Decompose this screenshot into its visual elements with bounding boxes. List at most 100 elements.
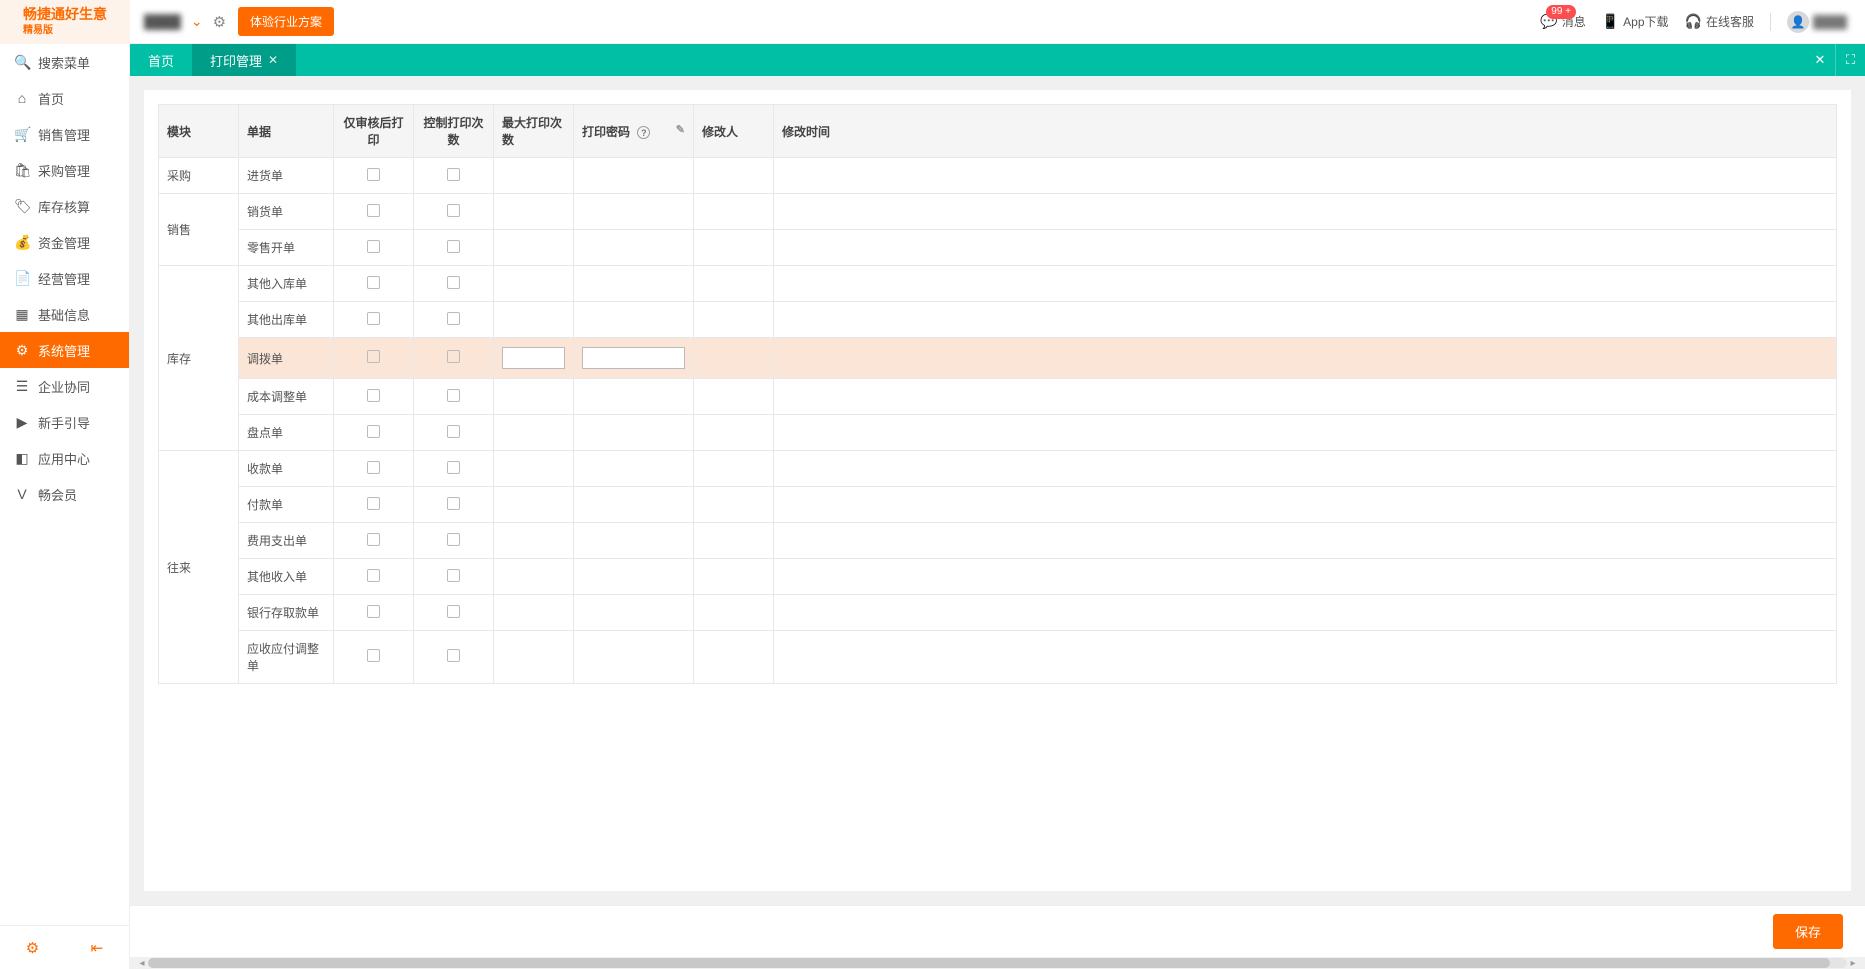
messages-button[interactable]: 99 + 💬 消息 <box>1540 13 1585 30</box>
cell-audit <box>334 559 414 595</box>
checkbox-control[interactable] <box>447 461 460 474</box>
top-bar: 畅捷通好生意 精易版 ████ ⌄ ⚙ 体验行业方案 99 + 💬 消息 📱 A… <box>0 0 1865 44</box>
edit-icon[interactable]: ✎ <box>676 123 685 136</box>
close-icon[interactable]: ✕ <box>268 53 278 67</box>
save-button[interactable]: 保存 <box>1773 914 1843 949</box>
mobile-icon: 📱 <box>1602 13 1619 30</box>
table-header-row: 模块 单据 仅审核后打印 控制打印次数 最大打印次数 打印密码 ? ✎ 修改人 <box>159 105 1837 158</box>
cell-modtime <box>774 194 1837 230</box>
cell-modifier <box>694 266 774 302</box>
gear-icon[interactable]: ⚙ <box>213 13 226 31</box>
checkbox-control[interactable] <box>447 425 460 438</box>
cell-audit <box>334 487 414 523</box>
checkbox-audit[interactable] <box>367 605 380 618</box>
checkbox-control[interactable] <box>447 569 460 582</box>
sidebar-icon: 📄 <box>14 270 30 287</box>
checkbox-audit[interactable] <box>367 497 380 510</box>
cell-audit <box>334 523 414 559</box>
settings-icon[interactable]: ⚙ <box>26 939 39 957</box>
user-menu[interactable]: 👤 ████ <box>1787 11 1847 33</box>
checkbox-control[interactable] <box>447 497 460 510</box>
horizontal-scrollbar[interactable]: ◂ ▸ <box>130 957 1865 969</box>
checkbox-audit[interactable] <box>367 168 380 181</box>
cell-modtime <box>774 230 1837 266</box>
checkbox-audit[interactable] <box>367 312 380 325</box>
checkbox-control[interactable] <box>447 204 460 217</box>
checkbox-control[interactable] <box>447 533 460 546</box>
checkbox-control[interactable] <box>447 649 460 662</box>
scroll-right-icon[interactable]: ▸ <box>1847 958 1859 969</box>
tab-home[interactable]: 首页 <box>130 44 192 76</box>
th-pwd-label: 打印密码 <box>582 125 630 139</box>
sidebar-item-9[interactable]: ☰企业协同 <box>0 368 129 404</box>
checkbox-control[interactable] <box>447 312 460 325</box>
logo-mark: 畅捷通好生意 精易版 <box>23 7 107 36</box>
sidebar-item-label: 库存核算 <box>38 197 90 216</box>
sidebar-item-4[interactable]: 🏷库存核算 <box>0 188 129 224</box>
th-pwd: 打印密码 ? ✎ <box>574 105 694 158</box>
checkbox-control[interactable] <box>447 605 460 618</box>
industry-plan-button[interactable]: 体验行业方案 <box>238 7 334 36</box>
checkbox-control[interactable] <box>447 168 460 181</box>
cell-audit <box>334 338 414 379</box>
th-modifier: 修改人 <box>694 105 774 158</box>
cell-audit <box>334 302 414 338</box>
cell-pwd <box>574 194 694 230</box>
customer-service-button[interactable]: 🎧 在线客服 <box>1685 13 1754 30</box>
sidebar-item-0[interactable]: 🔍搜索菜单 <box>0 44 129 80</box>
cell-audit <box>334 451 414 487</box>
table-row: 其他出库单 <box>159 302 1837 338</box>
app-download-button[interactable]: 📱 App下载 <box>1602 13 1669 30</box>
brand-line1: 畅捷通好生意 <box>23 6 107 22</box>
help-icon[interactable]: ? <box>637 126 650 139</box>
sidebar-item-10[interactable]: ▶新手引导 <box>0 404 129 440</box>
sidebar-item-12[interactable]: V畅会员 <box>0 476 129 512</box>
cell-max <box>494 415 574 451</box>
tab-print-manage[interactable]: 打印管理 ✕ <box>192 44 296 76</box>
cell-audit <box>334 158 414 194</box>
scroll-left-icon[interactable]: ◂ <box>136 958 148 969</box>
fullscreen-icon[interactable]: ⛶ <box>1835 44 1865 76</box>
sidebar-item-2[interactable]: 🛒销售管理 <box>0 116 129 152</box>
sidebar-item-6[interactable]: 📄经营管理 <box>0 260 129 296</box>
cell-modifier <box>694 302 774 338</box>
th-audit: 仅审核后打印 <box>334 105 414 158</box>
collapse-icon[interactable]: ⇤ <box>91 939 104 957</box>
scroll-thumb[interactable] <box>148 958 1830 968</box>
sidebar-icon: 🔍 <box>14 54 30 71</box>
sidebar-item-11[interactable]: ◧应用中心 <box>0 440 129 476</box>
sidebar-item-7[interactable]: ▦基础信息 <box>0 296 129 332</box>
checkbox-audit[interactable] <box>367 533 380 546</box>
cell-audit <box>334 379 414 415</box>
table-row: 采购进货单 <box>159 158 1837 194</box>
checkbox-control[interactable] <box>447 389 460 402</box>
sidebar-item-label: 企业协同 <box>38 377 90 396</box>
sidebar-item-8[interactable]: ⚙系统管理 <box>0 332 129 368</box>
sidebar-item-1[interactable]: ⌂首页 <box>0 80 129 116</box>
checkbox-audit[interactable] <box>367 389 380 402</box>
checkbox-audit[interactable] <box>367 276 380 289</box>
sidebar-item-3[interactable]: 🛍采购管理 <box>0 152 129 188</box>
checkbox-control[interactable] <box>447 240 460 253</box>
cell-pwd <box>574 266 694 302</box>
max-print-input[interactable] <box>502 347 565 369</box>
cell-module: 库存 <box>159 266 239 451</box>
sidebar-item-5[interactable]: 💰资金管理 <box>0 224 129 260</box>
checkbox-audit[interactable] <box>367 569 380 582</box>
cell-doc: 其他入库单 <box>239 266 334 302</box>
tab-bar: 首页 打印管理 ✕ ✕ ⛶ <box>130 44 1865 76</box>
checkbox-control[interactable] <box>447 276 460 289</box>
cell-modifier <box>694 451 774 487</box>
checkbox-audit[interactable] <box>367 350 380 363</box>
checkbox-audit[interactable] <box>367 204 380 217</box>
scroll-track[interactable] <box>148 958 1847 968</box>
checkbox-audit[interactable] <box>367 425 380 438</box>
checkbox-audit[interactable] <box>367 649 380 662</box>
tabs-close-all[interactable]: ✕ <box>1805 44 1835 76</box>
checkbox-audit[interactable] <box>367 461 380 474</box>
checkbox-audit[interactable] <box>367 240 380 253</box>
print-password-input[interactable] <box>582 347 685 369</box>
cell-pwd <box>574 379 694 415</box>
checkbox-control[interactable] <box>447 350 460 363</box>
org-selector[interactable]: ████ ⌄ ⚙ <box>144 13 226 31</box>
